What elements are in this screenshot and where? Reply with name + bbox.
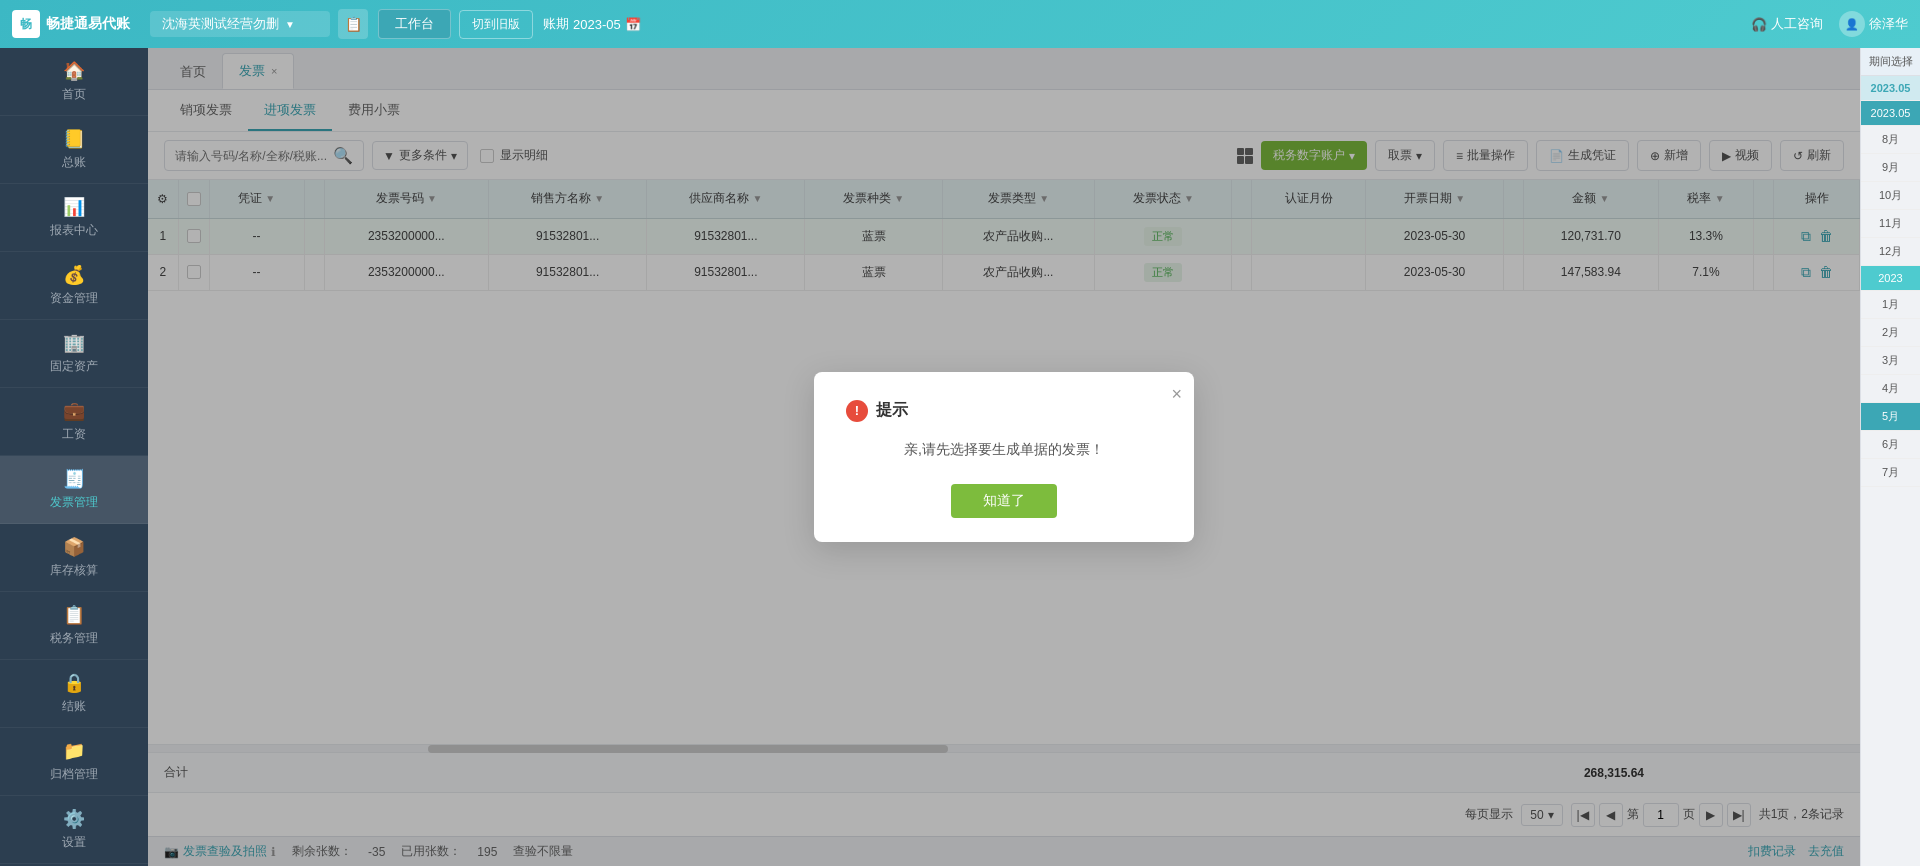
dialog-message: 亲,请先选择要生成单据的发票！ xyxy=(904,441,1104,457)
period-item-6[interactable]: 6月 xyxy=(1861,431,1920,459)
home-icon: 🏠 xyxy=(63,60,85,82)
sidebar-label-tax: 税务管理 xyxy=(50,630,98,647)
period-item-3[interactable]: 3月 xyxy=(1861,347,1920,375)
sidebar-item-salary[interactable]: 💼 工资 xyxy=(0,388,148,456)
period-item-7[interactable]: 7月 xyxy=(1861,459,1920,487)
service-label: 人工咨询 xyxy=(1771,15,1823,33)
period-item-2[interactable]: 2月 xyxy=(1861,319,1920,347)
invoice-icon: 🧾 xyxy=(63,468,85,490)
sidebar-label-home: 首页 xyxy=(62,86,86,103)
sidebar-item-home[interactable]: 🏠 首页 xyxy=(0,48,148,116)
headset-icon: 🎧 xyxy=(1751,17,1767,32)
salary-icon: 💼 xyxy=(63,400,85,422)
inventory-icon: 📦 xyxy=(63,536,85,558)
period-value: 2023-05 xyxy=(573,17,621,32)
period-item-2023[interactable]: 2023 xyxy=(1861,266,1920,291)
period-item-2023-05[interactable]: 2023.05 xyxy=(1861,101,1920,126)
period-info: 账期 2023-05 📅 xyxy=(543,15,641,33)
dialog-title-area: ! 提示 xyxy=(846,400,1162,422)
sidebar-item-reports[interactable]: 📊 报表中心 xyxy=(0,184,148,252)
period-item-year-2023: 2023.05 xyxy=(1861,76,1920,101)
sidebar-label-assets: 固定资产 xyxy=(50,358,98,375)
avatar: 👤 xyxy=(1839,11,1865,37)
company-selector[interactable]: 沈海英测试经营勿删 ▼ xyxy=(150,11,330,37)
sidebar-item-ledger[interactable]: 📒 总账 xyxy=(0,116,148,184)
logo-area: 畅 畅捷通易代账 xyxy=(12,10,130,38)
sidebar-item-inventory[interactable]: 📦 库存核算 xyxy=(0,524,148,592)
sidebar-label-inventory: 库存核算 xyxy=(50,562,98,579)
sidebar-item-closing[interactable]: 🔒 结账 xyxy=(0,660,148,728)
sidebar-item-assets[interactable]: 🏢 固定资产 xyxy=(0,320,148,388)
dialog-close-button[interactable]: × xyxy=(1171,384,1182,405)
period-item-10[interactable]: 10月 xyxy=(1861,182,1920,210)
company-name: 沈海英测试经营勿删 xyxy=(162,15,279,33)
logo-icon: 畅 xyxy=(12,10,40,38)
header-right-area: 🎧 人工咨询 👤 徐泽华 xyxy=(1751,11,1908,37)
reports-icon: 📊 xyxy=(63,196,85,218)
funds-icon: 💰 xyxy=(63,264,85,286)
period-panel: 期间选择 2023.05 2023.05 8月 9月 10月 11月 12月 2… xyxy=(1860,48,1920,866)
dialog: × ! 提示 亲,请先选择要生成单据的发票！ 知道了 xyxy=(814,372,1194,542)
sidebar-label-reports: 报表中心 xyxy=(50,222,98,239)
tax-icon: 📋 xyxy=(63,604,85,626)
period-item-12[interactable]: 12月 xyxy=(1861,238,1920,266)
sidebar-item-archive[interactable]: 📁 归档管理 xyxy=(0,728,148,796)
sidebar-item-tax[interactable]: 📋 税务管理 xyxy=(0,592,148,660)
archive-icon: 📁 xyxy=(63,740,85,762)
main-layout: 🏠 首页 📒 总账 📊 报表中心 💰 资金管理 🏢 固定资产 💼 工资 🧾 发票… xyxy=(0,48,1920,866)
dialog-body: 亲,请先选择要生成单据的发票！ xyxy=(846,438,1162,460)
dialog-ok-button[interactable]: 知道了 xyxy=(951,484,1057,518)
assets-icon: 🏢 xyxy=(63,332,85,354)
sidebar-item-settings[interactable]: ⚙️ 设置 xyxy=(0,796,148,864)
sidebar-item-funds[interactable]: 💰 资金管理 xyxy=(0,252,148,320)
settings-icon: ⚙️ xyxy=(63,808,85,830)
period-label: 账期 xyxy=(543,15,569,33)
book-icon-button[interactable]: 📋 xyxy=(338,9,368,39)
logo-text: 畅捷通易代账 xyxy=(46,15,130,33)
period-item-11[interactable]: 11月 xyxy=(1861,210,1920,238)
period-item-4[interactable]: 4月 xyxy=(1861,375,1920,403)
sidebar-label-ledger: 总账 xyxy=(62,154,86,171)
period-item-5[interactable]: 5月 xyxy=(1861,403,1920,431)
sidebar-label-funds: 资金管理 xyxy=(50,290,98,307)
user-info[interactable]: 👤 徐泽华 xyxy=(1839,11,1908,37)
service-button[interactable]: 🎧 人工咨询 xyxy=(1751,15,1823,33)
ledger-icon: 📒 xyxy=(63,128,85,150)
sidebar-label-archive: 归档管理 xyxy=(50,766,98,783)
user-name: 徐泽华 xyxy=(1869,15,1908,33)
calendar-icon[interactable]: 📅 xyxy=(625,17,641,32)
sidebar-label-invoice: 发票管理 xyxy=(50,494,98,511)
sidebar-label-salary: 工资 xyxy=(62,426,86,443)
period-item-1[interactable]: 1月 xyxy=(1861,291,1920,319)
sidebar-item-invoice[interactable]: 🧾 发票管理 xyxy=(0,456,148,524)
company-dropdown-icon: ▼ xyxy=(285,19,295,30)
dialog-footer: 知道了 xyxy=(846,484,1162,518)
period-item-9[interactable]: 9月 xyxy=(1861,154,1920,182)
workspace-button[interactable]: 工作台 xyxy=(378,9,451,39)
switch-old-button[interactable]: 切到旧版 xyxy=(459,10,533,39)
dialog-title-text: 提示 xyxy=(876,400,908,421)
content-area: 首页 发票 × 销项发票 进项发票 费用小票 xyxy=(148,48,1860,866)
sidebar-label-closing: 结账 xyxy=(62,698,86,715)
period-panel-header: 期间选择 xyxy=(1861,48,1920,76)
top-header: 畅 畅捷通易代账 沈海英测试经营勿删 ▼ 📋 工作台 切到旧版 账期 2023-… xyxy=(0,0,1920,48)
dialog-overlay: × ! 提示 亲,请先选择要生成单据的发票！ 知道了 xyxy=(148,48,1860,866)
period-item-8[interactable]: 8月 xyxy=(1861,126,1920,154)
warning-icon: ! xyxy=(846,400,868,422)
sidebar: 🏠 首页 📒 总账 📊 报表中心 💰 资金管理 🏢 固定资产 💼 工资 🧾 发票… xyxy=(0,48,148,866)
sidebar-label-settings: 设置 xyxy=(62,834,86,851)
closing-icon: 🔒 xyxy=(63,672,85,694)
